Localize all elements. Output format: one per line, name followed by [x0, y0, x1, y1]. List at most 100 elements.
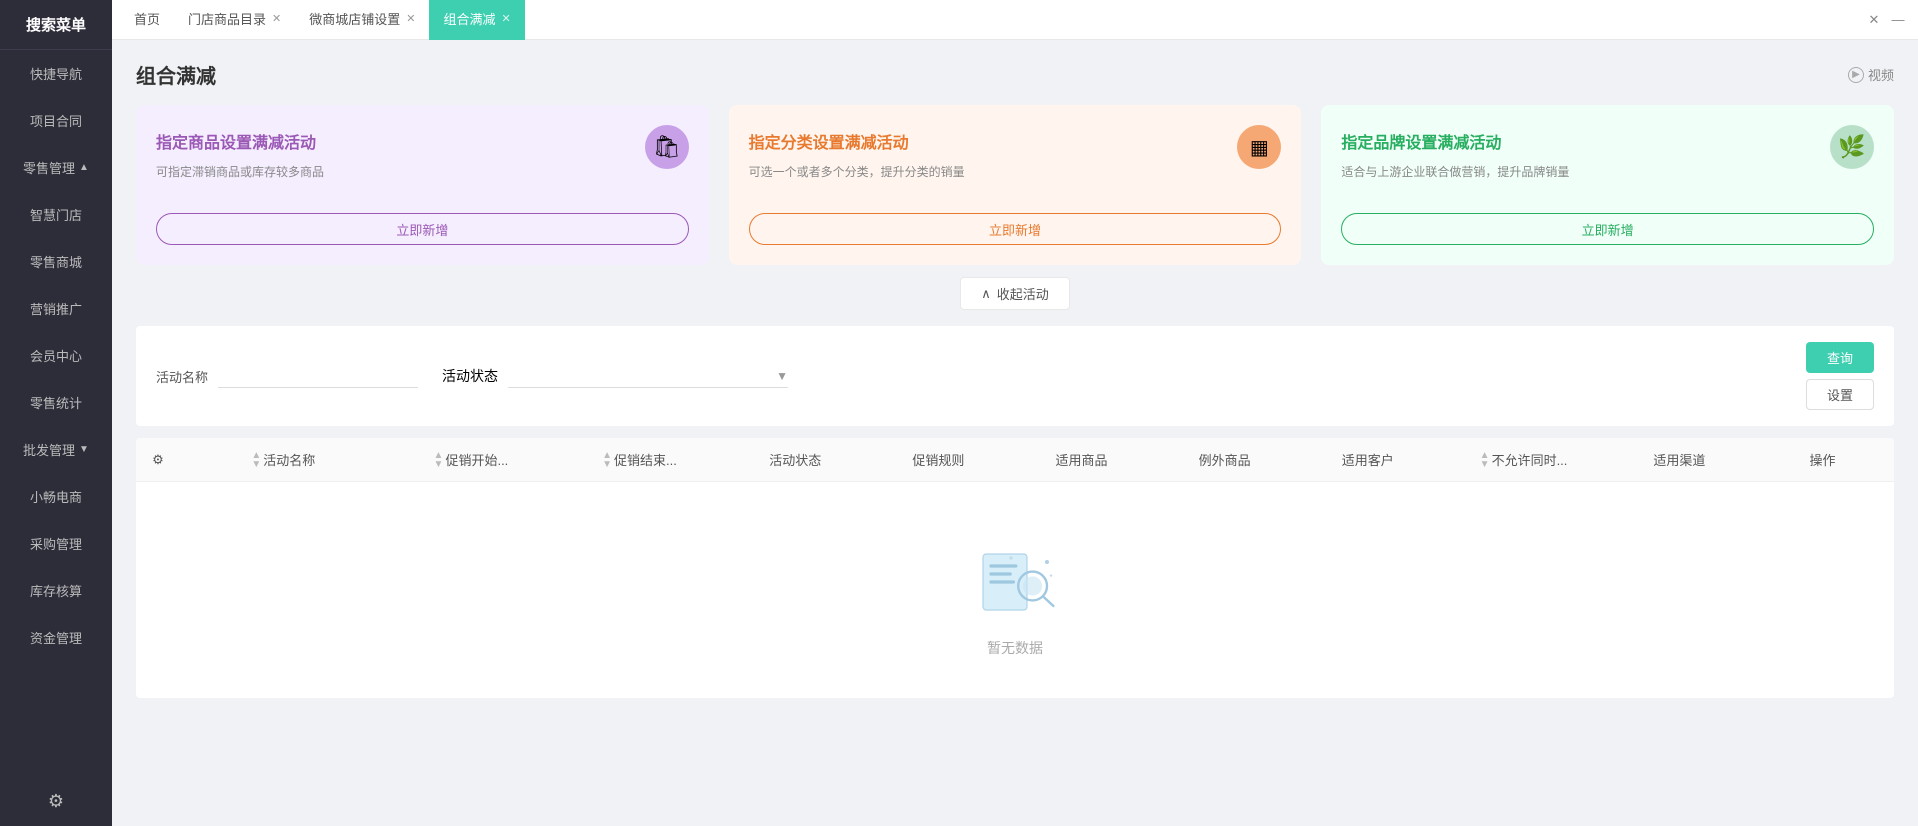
tab-store-catalog-label: 门店商品目录 [188, 9, 266, 28]
th-promo-end-label: 促销结束... [614, 450, 677, 469]
wholesale-arrow-icon: ▼ [79, 444, 89, 455]
main-area: 首页 门店商品目录 ✕ 微商城店铺设置 ✕ 组合满减 ✕ ✕ — 组合满减 ▶ … [112, 0, 1918, 826]
card-category-add-btn[interactable]: 立即新增 [749, 213, 1282, 245]
th-except-goods: 例外商品 [1153, 450, 1296, 469]
sidebar-item-fund-management[interactable]: 资金管理 [0, 614, 112, 661]
sidebar-settings-icon[interactable]: ⚙ [0, 777, 112, 826]
activity-status-select[interactable]: ▼ [508, 365, 788, 388]
th-operations-label: 操作 [1809, 450, 1835, 469]
empty-illustration [965, 542, 1065, 622]
tab-combo-discount[interactable]: 组合满减 ✕ [429, 0, 524, 40]
th-except-goods-label: 例外商品 [1199, 450, 1251, 469]
th-no-allow[interactable]: ▲▼ 不允许同时... [1439, 450, 1608, 469]
sidebar-item-procurement[interactable]: 采购管理 [0, 520, 112, 567]
data-table: ⚙ ▲▼ 活动名称 ▲▼ 促销开始... ▲▼ 促销结束... 活动状态 [136, 438, 1894, 698]
sidebar-item-wholesale-management[interactable]: 批发管理 ▼ [0, 426, 112, 473]
activity-status-field: 活动状态 ▼ [442, 365, 1782, 388]
th-applicable-goods-label: 适用商品 [1055, 450, 1107, 469]
tab-home-label: 首页 [134, 9, 160, 28]
sidebar-item-project-contract[interactable]: 项目合同 [0, 97, 112, 144]
th-no-allow-label: 不允许同时... [1492, 450, 1568, 469]
tab-wechat-store-close[interactable]: ✕ [406, 12, 415, 25]
sidebar-item-quick-nav[interactable]: 快捷导航 [0, 50, 112, 97]
window-minimize-btn[interactable]: — [1890, 12, 1906, 28]
empty-text: 暂无数据 [987, 638, 1043, 658]
activity-name-input[interactable] [218, 364, 418, 388]
sidebar-item-retail-management[interactable]: 零售管理 ▲ [0, 144, 112, 191]
activity-card-category: ▦ 指定分类设置满减活动 可选一个或者多个分类，提升分类的销量 立即新增 [729, 105, 1302, 265]
page-title: 组合满减 [136, 60, 216, 89]
window-close-btn[interactable]: ✕ [1866, 12, 1882, 28]
sort-promo-start-icon: ▲▼ [434, 451, 444, 469]
activity-card-brand: 🌿 指定品牌设置满减活动 适合与上游企业联合做营销，提升品牌销量 立即新增 [1321, 105, 1894, 265]
sort-promo-end-icon: ▲▼ [602, 451, 612, 469]
video-link[interactable]: ▶ 视频 [1848, 65, 1894, 84]
collapse-label: 收起活动 [997, 284, 1049, 303]
activity-name-field: 活动名称 [156, 364, 418, 388]
activity-status-label: 活动状态 [442, 366, 498, 386]
sidebar-item-member-center[interactable]: 会员中心 [0, 332, 112, 379]
tab-wechat-store[interactable]: 微商城店铺设置 ✕ [295, 0, 429, 40]
th-promo-rule-label: 促销规则 [912, 450, 964, 469]
window-controls: ✕ — [1866, 12, 1910, 28]
tab-combo-discount-close[interactable]: ✕ [502, 12, 511, 25]
th-activity-name[interactable]: ▲▼ 活动名称 [180, 450, 387, 469]
sidebar-item-mini-ecommerce[interactable]: 小畅电商 [0, 473, 112, 520]
sidebar-item-smart-store[interactable]: 智慧门店 [0, 191, 112, 238]
card-product-title: 指定商品设置满减活动 [156, 129, 689, 153]
video-circle-icon: ▶ [1848, 67, 1864, 83]
sidebar-item-retail-stats[interactable]: 零售统计 [0, 379, 112, 426]
sidebar-search-menu[interactable]: 搜索菜单 [0, 0, 112, 50]
retail-arrow-icon: ▲ [79, 162, 89, 173]
query-button[interactable]: 查询 [1806, 342, 1874, 373]
sidebar-item-inventory[interactable]: 库存核算 [0, 567, 112, 614]
activity-cards: 🛍 指定商品设置满减活动 可指定滞销商品或库存较多商品 立即新增 ▦ 指定分类设… [136, 105, 1894, 265]
th-activity-status: 活动状态 [724, 450, 867, 469]
th-applicable-channel: 适用渠道 [1608, 450, 1751, 469]
tab-store-catalog[interactable]: 门店商品目录 ✕ [174, 0, 295, 40]
tab-bar: 首页 门店商品目录 ✕ 微商城店铺设置 ✕ 组合满减 ✕ ✕ — [112, 0, 1918, 40]
th-applicable-customer-label: 适用客户 [1342, 450, 1394, 469]
card-product-icon: 🛍 [645, 125, 689, 169]
th-gear[interactable]: ⚙ [136, 452, 180, 468]
th-activity-name-label: 活动名称 [263, 450, 315, 469]
tab-store-catalog-close[interactable]: ✕ [272, 12, 281, 25]
collapse-activities-btn[interactable]: ∧ 收起活动 [960, 277, 1070, 310]
card-brand-title: 指定品牌设置满减活动 [1341, 129, 1874, 153]
sort-activity-name-icon: ▲▼ [251, 451, 261, 469]
tab-wechat-store-label: 微商城店铺设置 [309, 9, 400, 28]
collapse-chevron-icon: ∧ [981, 286, 991, 302]
tab-home[interactable]: 首页 [120, 0, 174, 40]
card-brand-icon: 🌿 [1830, 125, 1874, 169]
th-promo-end[interactable]: ▲▼ 促销结束... [555, 450, 724, 469]
activity-name-label: 活动名称 [156, 367, 208, 386]
th-applicable-goods: 适用商品 [1010, 450, 1153, 469]
th-promo-start[interactable]: ▲▼ 促销开始... [387, 450, 556, 469]
content-area: 组合满减 ▶ 视频 🛍 指定商品设置满减活动 可指定滞销商品或库存较多商品 立即… [112, 40, 1918, 826]
tab-combo-discount-label: 组合满减 [443, 9, 495, 28]
video-label: 视频 [1868, 65, 1894, 84]
sidebar-item-marketing[interactable]: 营销推广 [0, 285, 112, 332]
card-category-title: 指定分类设置满减活动 [749, 129, 1282, 153]
th-applicable-channel-label: 适用渠道 [1653, 450, 1705, 469]
search-bar: 活动名称 活动状态 ▼ 查询 设置 [136, 326, 1894, 426]
search-actions: 查询 设置 [1806, 342, 1874, 410]
th-promo-start-label: 促销开始... [445, 450, 508, 469]
table-header: ⚙ ▲▼ 活动名称 ▲▼ 促销开始... ▲▼ 促销结束... 活动状态 [136, 438, 1894, 482]
card-brand-add-btn[interactable]: 立即新增 [1341, 213, 1874, 245]
card-product-add-btn[interactable]: 立即新增 [156, 213, 689, 245]
gear-icon: ⚙ [152, 452, 164, 468]
collapse-bar: ∧ 收起活动 [136, 277, 1894, 310]
setting-button[interactable]: 设置 [1806, 379, 1874, 410]
card-product-desc: 可指定滞销商品或库存较多商品 [156, 163, 689, 181]
page-header: 组合满减 ▶ 视频 [136, 60, 1894, 89]
empty-state: 暂无数据 [136, 482, 1894, 698]
activity-status-arrow: ▼ [776, 369, 788, 383]
th-applicable-customer: 适用客户 [1296, 450, 1439, 469]
sidebar-item-retail-mall[interactable]: 零售商城 [0, 238, 112, 285]
sidebar: 搜索菜单 快捷导航 项目合同 零售管理 ▲ 智慧门店 零售商城 营销推广 会员中… [0, 0, 112, 826]
th-activity-status-label: 活动状态 [769, 450, 821, 469]
th-operations: 操作 [1751, 450, 1894, 469]
th-promo-rule: 促销规则 [867, 450, 1010, 469]
activity-card-product: 🛍 指定商品设置满减活动 可指定滞销商品或库存较多商品 立即新增 [136, 105, 709, 265]
